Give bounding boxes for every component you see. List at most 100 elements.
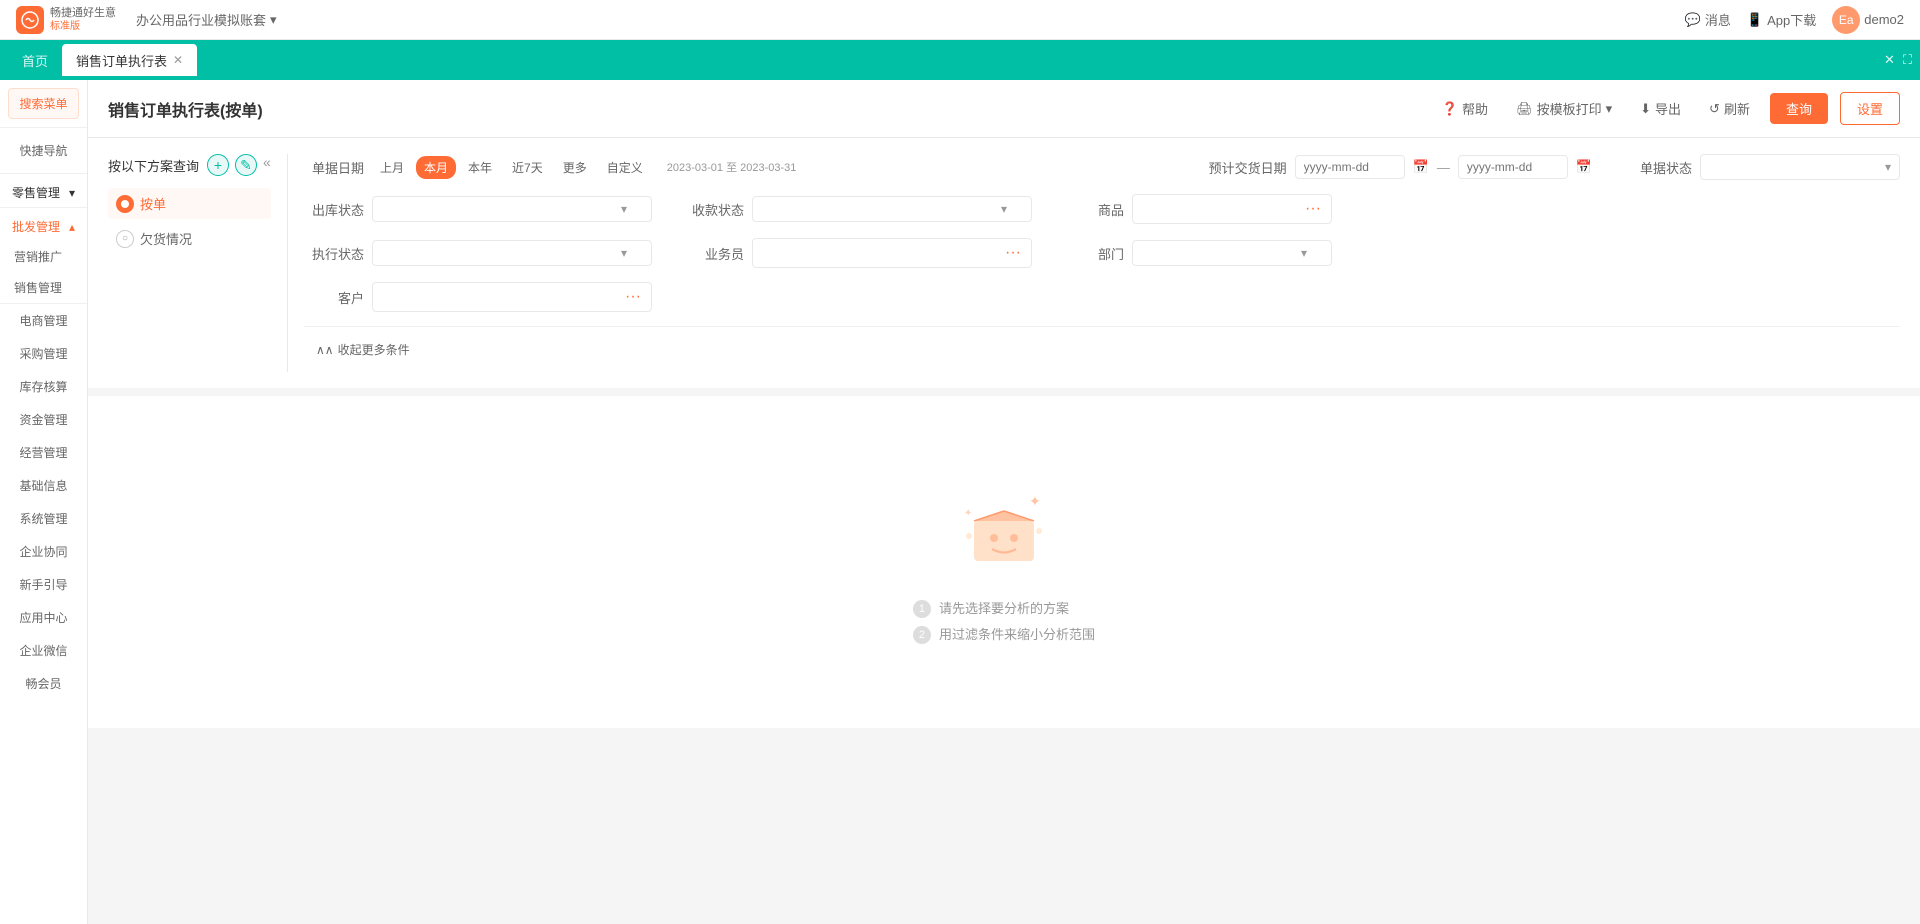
date-btn-more[interactable]: 更多 xyxy=(555,156,595,179)
salesperson-select[interactable]: ··· xyxy=(752,238,1032,268)
scheme-shortage-label: 欠货情况 xyxy=(140,229,192,248)
scheme-item-shortage[interactable]: ○ 欠货情况 xyxy=(108,223,271,254)
collapse-button[interactable]: ∧∧ 收起更多条件 xyxy=(304,335,1900,364)
date-btn-last-month[interactable]: 上月 xyxy=(372,156,412,179)
tab-sales-order[interactable]: 销售订单执行表 ✕ xyxy=(62,44,197,76)
sidebar-item-retail[interactable]: 零售管理 ▾ xyxy=(0,174,87,207)
sidebar-item-inventory[interactable]: 库存核算 xyxy=(0,370,87,403)
page-actions: ❓ 帮助 🖨 按模板打印 ▾ ⬇ 导出 ↺ 刷新 查询 设置 xyxy=(1434,92,1900,125)
sidebar-item-finance[interactable]: 资金管理 xyxy=(0,403,87,436)
help-button[interactable]: ❓ 帮助 xyxy=(1434,95,1496,122)
date-btn-this-year[interactable]: 本年 xyxy=(460,156,500,179)
filter-group-doc-date: 单据日期 上月 本月 本年 近7天 更多 自定义 xyxy=(304,156,651,179)
date-buttons: 上月 本月 本年 近7天 更多 自定义 xyxy=(372,156,651,179)
settings-button[interactable]: 设置 xyxy=(1840,92,1900,125)
refresh-button[interactable]: ↺ 刷新 xyxy=(1701,95,1758,122)
svg-text:✦: ✦ xyxy=(964,508,972,519)
sidebar-item-quick-nav[interactable]: 快捷导航 xyxy=(0,134,87,167)
sidebar-item-ecommerce[interactable]: 电商管理 xyxy=(0,304,87,337)
delivery-date-label: 预计交货日期 xyxy=(1209,158,1287,177)
doc-status-arrow-icon: ▾ xyxy=(1885,160,1891,174)
sidebar-search: 搜索菜单 xyxy=(0,80,87,128)
print-arrow-icon: ▾ xyxy=(1606,101,1613,117)
search-menu-button[interactable]: 搜索菜单 xyxy=(8,88,79,119)
dept-select[interactable]: ▾ xyxy=(1132,240,1332,266)
wholesale-arrow-icon: ▴ xyxy=(69,220,75,234)
company-arrow-icon: ▾ xyxy=(270,12,277,28)
calendar-from-icon[interactable]: 📅 xyxy=(1413,159,1429,175)
payment-status-label: 收款状态 xyxy=(684,200,744,219)
shipping-status-select[interactable]: ▾ xyxy=(372,196,652,222)
scheme-actions: + ✎ « xyxy=(207,154,271,176)
retail-arrow-icon: ▾ xyxy=(69,186,75,200)
edit-scheme-button[interactable]: ✎ xyxy=(235,154,257,176)
sidebar-item-system[interactable]: 系统管理 xyxy=(0,502,87,535)
home-tab-label: 首页 xyxy=(22,51,48,70)
sidebar-item-sales-mgmt[interactable]: 销售管理 xyxy=(0,272,87,303)
export-button[interactable]: ⬇ 导出 xyxy=(1632,95,1689,122)
avatar: Ea xyxy=(1832,6,1860,34)
message-icon: 💬 xyxy=(1685,12,1701,28)
tab-home[interactable]: 首页 xyxy=(8,44,62,76)
product-dots-icon[interactable]: ··· xyxy=(1305,200,1321,218)
doc-date-label: 单据日期 xyxy=(304,158,364,177)
tab-bar: 首页 销售订单执行表 ✕ ✕ ⛶ xyxy=(0,40,1920,80)
sidebar-section-wholesale: 批发管理 ▴ 营销推广 销售管理 xyxy=(0,208,87,304)
date-btn-this-month[interactable]: 本月 xyxy=(416,156,456,179)
delivery-date-from-input[interactable] xyxy=(1295,155,1405,179)
tab-close-icon[interactable]: ✕ xyxy=(173,53,183,67)
logo-text: 畅捷通好生意 标准版 xyxy=(50,6,116,33)
dept-label: 部门 xyxy=(1064,244,1124,263)
sidebar-item-marketing[interactable]: 营销推广 xyxy=(0,241,87,272)
exec-status-select[interactable]: ▾ xyxy=(372,240,652,266)
salesperson-dots-icon[interactable]: ··· xyxy=(1005,244,1021,262)
collapse-up-icon: ∧∧ xyxy=(316,343,334,357)
dept-arrow-icon: ▾ xyxy=(1301,246,1307,260)
payment-status-select[interactable]: ▾ xyxy=(752,196,1032,222)
close-window-icon[interactable]: ✕ xyxy=(1884,52,1895,68)
exec-arrow-icon: ▾ xyxy=(621,246,627,260)
scheme-item-by-order[interactable]: 按单 xyxy=(108,188,271,219)
message-button[interactable]: 💬 消息 xyxy=(1685,10,1731,29)
date-btn-last-7days[interactable]: 近7天 xyxy=(504,156,551,179)
step-1-num: 1 xyxy=(913,600,931,618)
delivery-date-to-input[interactable] xyxy=(1458,155,1568,179)
add-scheme-button[interactable]: + xyxy=(207,154,229,176)
sidebar-item-operations[interactable]: 经营管理 xyxy=(0,436,87,469)
sidebar-item-guide[interactable]: 新手引导 xyxy=(0,568,87,601)
maximize-icon[interactable]: ⛶ xyxy=(1903,52,1912,68)
filter-group-shipping: 出库状态 ▾ xyxy=(304,196,652,222)
sidebar-item-basics[interactable]: 基础信息 xyxy=(0,469,87,502)
customer-select[interactable]: ··· xyxy=(372,282,652,312)
template-print-button[interactable]: 🖨 按模板打印 ▾ xyxy=(1508,95,1620,122)
app-download-button[interactable]: 📱 App下载 xyxy=(1747,10,1816,29)
filter-panel: 按以下方案查询 + ✎ « 按单 ○ xyxy=(88,138,1920,388)
calendar-to-icon[interactable]: 📅 xyxy=(1576,159,1592,175)
scheme-label: 按以下方案查询 xyxy=(108,156,199,175)
customer-dots-icon[interactable]: ··· xyxy=(625,288,641,306)
sidebar-item-wholesale[interactable]: 批发管理 ▴ xyxy=(0,208,87,241)
top-bar-right: 💬 消息 📱 App下载 Ea demo2 xyxy=(1685,6,1904,34)
date-range-display: 2023-03-01 至 2023-03-31 xyxy=(667,159,797,175)
user-menu[interactable]: Ea demo2 xyxy=(1832,6,1904,34)
product-select[interactable]: ··· xyxy=(1132,194,1332,224)
scheme-collapse-icon[interactable]: « xyxy=(263,154,271,176)
scheme-by-order-label: 按单 xyxy=(140,194,166,213)
empty-step-1: 1 请先选择要分析的方案 xyxy=(913,596,1095,622)
shipping-status-label: 出库状态 xyxy=(304,200,364,219)
quick-nav-section: 快捷导航 xyxy=(0,128,87,174)
query-button[interactable]: 查询 xyxy=(1770,93,1828,124)
main-layout: 搜索菜单 快捷导航 零售管理 ▾ 批发管理 ▴ 营销推广 销售管理 电商管理 采… xyxy=(0,80,1920,924)
filter-scheme-panel: 按以下方案查询 + ✎ « 按单 ○ xyxy=(108,154,288,372)
sidebar-item-wechat[interactable]: 企业微信 xyxy=(0,634,87,667)
sidebar-item-member[interactable]: 畅会员 xyxy=(0,667,87,700)
sidebar-item-purchase[interactable]: 采购管理 xyxy=(0,337,87,370)
filter-group-delivery-date: 预计交货日期 📅 — 📅 xyxy=(1209,155,1592,179)
sidebar-item-appstore[interactable]: 应用中心 xyxy=(0,601,87,634)
top-bar: 畅捷通好生意 标准版 办公用品行业模拟账套 ▾ 💬 消息 📱 App下载 Ea … xyxy=(0,0,1920,40)
company-selector[interactable]: 办公用品行业模拟账套 ▾ xyxy=(136,10,277,29)
doc-status-select[interactable]: ▾ xyxy=(1700,154,1900,180)
date-btn-custom[interactable]: 自定义 xyxy=(599,156,651,179)
filter-group-payment: 收款状态 ▾ xyxy=(684,196,1032,222)
sidebar-item-enterprise[interactable]: 企业协同 xyxy=(0,535,87,568)
